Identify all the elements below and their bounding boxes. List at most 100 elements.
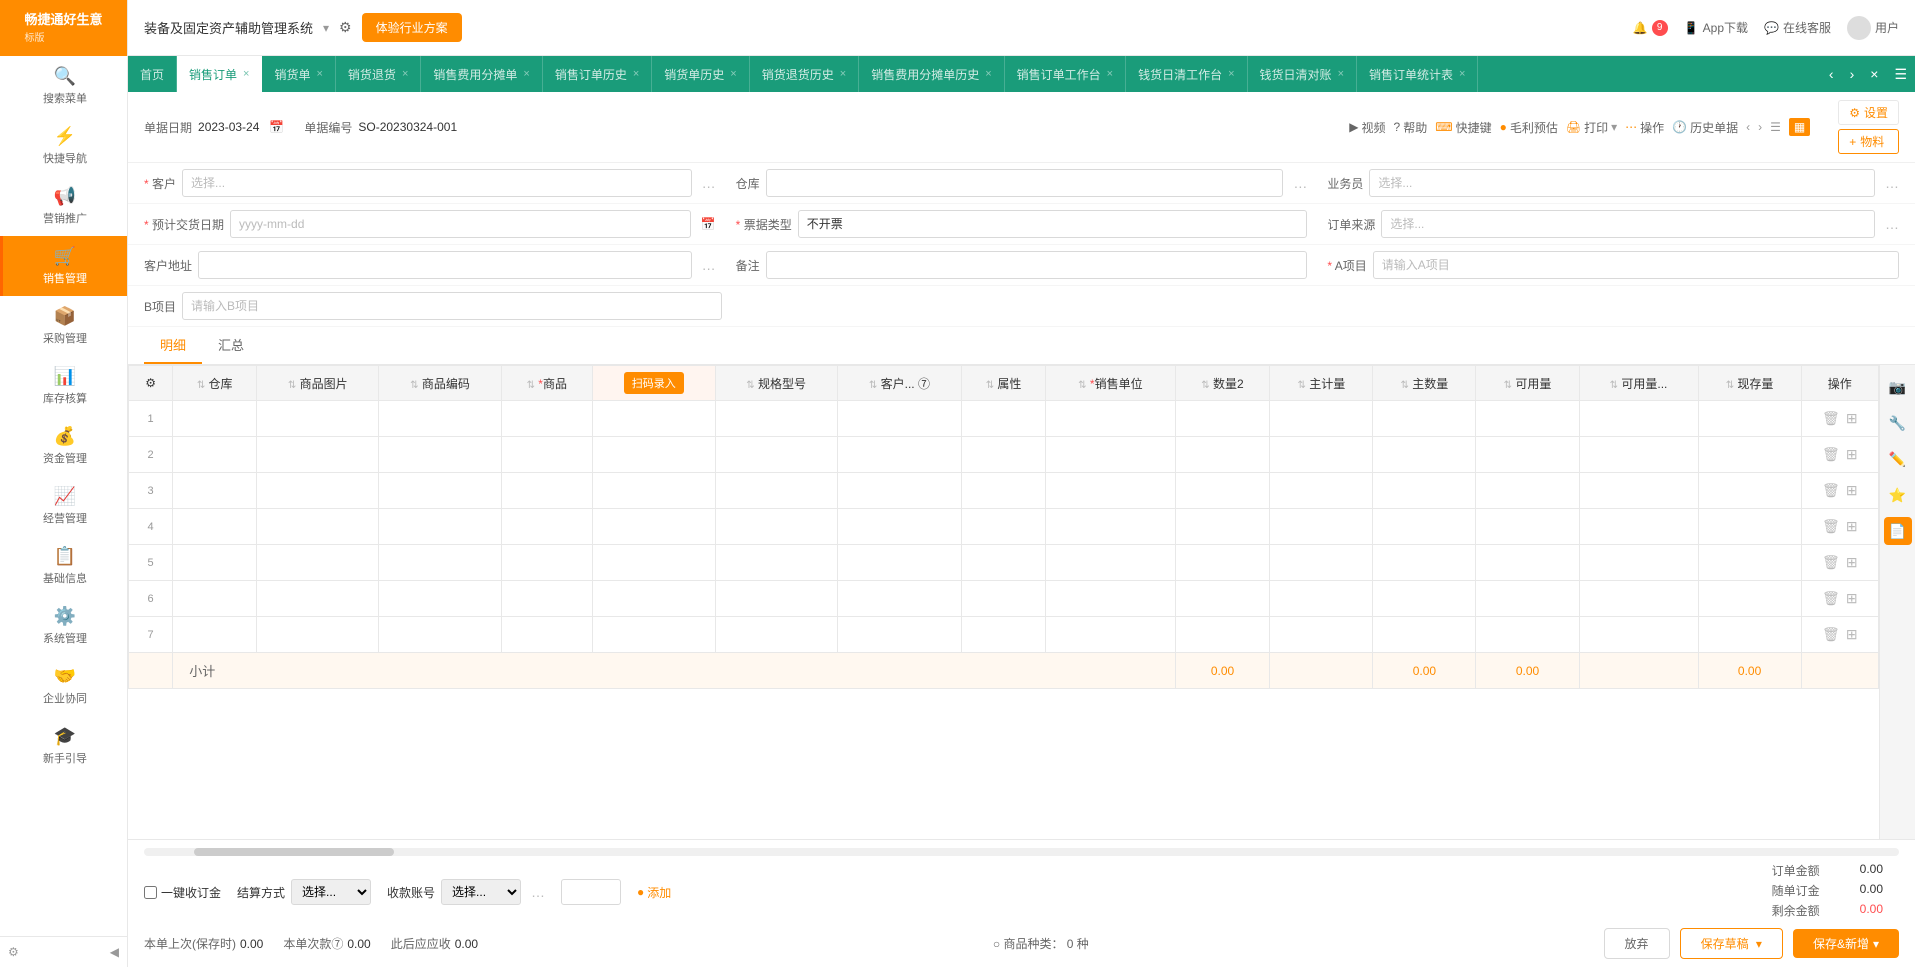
- profit-btn[interactable]: ● 毛利预估: [1500, 119, 1558, 136]
- app-download-btn[interactable]: 📱 App下载: [1684, 19, 1748, 36]
- tab-order-history[interactable]: 销售订单历史 ×: [543, 56, 652, 92]
- tab-sales-order-close[interactable]: ×: [243, 68, 249, 80]
- remark-input[interactable]: [766, 251, 1308, 279]
- sidebar-item-inventory[interactable]: 📊 库存核算: [0, 356, 127, 416]
- col-main-qty[interactable]: ⇅ 主数量: [1373, 366, 1476, 401]
- tab-close[interactable]: ×: [523, 68, 529, 80]
- sidebar-item-marketing[interactable]: 📢 营销推广: [0, 176, 127, 236]
- tab-daily-workbench[interactable]: 钱货日清工作台 ×: [1126, 56, 1247, 92]
- col-goods[interactable]: ⇅ *商品: [501, 366, 592, 401]
- sidebar-collapse-icon[interactable]: ◀: [110, 945, 119, 959]
- save-new-btn[interactable]: 保存&新增 ▾: [1793, 929, 1899, 958]
- tab-sales-bill[interactable]: 销货单 ×: [262, 56, 335, 92]
- right-panel-star[interactable]: ⭐: [1884, 481, 1912, 509]
- nav-right-btn[interactable]: ›: [1758, 120, 1762, 134]
- row-copy-btn[interactable]: ⊞: [1846, 410, 1858, 427]
- delivery-date-input[interactable]: [230, 210, 691, 238]
- payment-method-select[interactable]: 选择...: [291, 879, 371, 905]
- col-available[interactable]: ⇅ 可用量: [1476, 366, 1579, 401]
- tab-next-btn[interactable]: ›: [1842, 66, 1863, 82]
- sidebar-item-search[interactable]: 🔍 搜索菜单: [0, 56, 127, 116]
- row-copy-btn[interactable]: ⊞: [1846, 554, 1858, 571]
- operate-btn[interactable]: ⋯ 操作: [1625, 119, 1664, 136]
- tab-menu-btn[interactable]: ☰: [1886, 66, 1915, 83]
- tab-expense-split[interactable]: 销售费用分摊单 ×: [421, 56, 542, 92]
- col-main-unit[interactable]: ⇅ 主计量: [1270, 366, 1373, 401]
- industry-btn[interactable]: 体验行业方案: [362, 13, 462, 42]
- tab-close[interactable]: ×: [730, 68, 736, 80]
- warehouse-more-btn[interactable]: …: [1293, 175, 1307, 191]
- row-copy-btn[interactable]: ⊞: [1846, 482, 1858, 499]
- row-delete-btn[interactable]: 🗑: [1822, 626, 1840, 643]
- address-more-btn[interactable]: …: [702, 257, 716, 273]
- ticket-type-select[interactable]: 不开票: [798, 210, 1308, 238]
- row-copy-btn[interactable]: ⊞: [1846, 518, 1858, 535]
- sidebar-item-operations[interactable]: 📈 经营管理: [0, 476, 127, 536]
- history-btn[interactable]: 🕐 历史单据: [1672, 119, 1738, 136]
- tab-order-stats[interactable]: 销售订单统计表 ×: [1357, 56, 1478, 92]
- tab-prev-btn[interactable]: ‹: [1821, 66, 1842, 82]
- scroll-thumb[interactable]: [194, 848, 394, 856]
- right-panel-tool[interactable]: 🔧: [1884, 409, 1912, 437]
- deposit-amount-input[interactable]: 0.00: [561, 879, 621, 905]
- col-image[interactable]: ⇅ 商品图片: [257, 366, 379, 401]
- tab-home[interactable]: 首页: [128, 56, 177, 92]
- sidebar-item-finance[interactable]: 💰 资金管理: [0, 416, 127, 476]
- col-qty2[interactable]: ⇅ 数量2: [1175, 366, 1270, 401]
- tab-close[interactable]: ×: [633, 68, 639, 80]
- customer-more-btn[interactable]: …: [702, 175, 716, 191]
- settings-btn[interactable]: ⚙ 设置: [1838, 100, 1899, 125]
- staff-more-btn[interactable]: …: [1885, 175, 1899, 191]
- col-stock[interactable]: ⇅ 现存量: [1698, 366, 1801, 401]
- tab-order-workbench[interactable]: 销售订单工作台 ×: [1005, 56, 1126, 92]
- col-customer-code[interactable]: ⇅ 客户... ⑦: [837, 366, 961, 401]
- project-a-input[interactable]: [1373, 251, 1899, 279]
- right-panel-camera[interactable]: 📷: [1884, 373, 1912, 401]
- row-copy-btn[interactable]: ⊞: [1846, 590, 1858, 607]
- col-scan[interactable]: 扫码录入: [592, 366, 715, 401]
- tab-summary[interactable]: 汇总: [202, 327, 260, 364]
- add-goods-btn[interactable]: + 物料: [1838, 129, 1899, 154]
- online-service-btn[interactable]: 💬 在线客服: [1764, 19, 1831, 36]
- sidebar-item-quick-nav[interactable]: ⚡ 快捷导航: [0, 116, 127, 176]
- tab-close[interactable]: ×: [316, 68, 322, 80]
- tab-sales-return[interactable]: 销货退货 ×: [336, 56, 421, 92]
- tab-close[interactable]: ×: [985, 68, 991, 80]
- settings-icon[interactable]: ⚙: [339, 19, 352, 36]
- add-deposit-btn[interactable]: ● 添加: [637, 884, 671, 901]
- col-settings[interactable]: ⚙: [129, 366, 173, 401]
- row-delete-btn[interactable]: 🗑: [1822, 518, 1840, 535]
- row-delete-btn[interactable]: 🗑: [1822, 410, 1840, 427]
- save-draft-btn[interactable]: 保存草稿 ▾: [1680, 928, 1783, 959]
- tab-detail[interactable]: 明细: [144, 327, 202, 364]
- scan-input-btn[interactable]: 扫码录入: [624, 372, 684, 394]
- tab-daily-reconcile[interactable]: 钱货日清对账 ×: [1248, 56, 1357, 92]
- tab-close[interactable]: ×: [1107, 68, 1113, 80]
- tab-close[interactable]: ×: [1338, 68, 1344, 80]
- delivery-calendar-icon[interactable]: 📅: [701, 217, 716, 231]
- tab-close[interactable]: ×: [1459, 68, 1465, 80]
- preview-btn[interactable]: ▶ 视频: [1349, 119, 1385, 136]
- row-delete-btn[interactable]: 🗑: [1822, 590, 1840, 607]
- tab-return-history[interactable]: 销货退货历史 ×: [750, 56, 859, 92]
- order-source-input[interactable]: [1381, 210, 1875, 238]
- tab-expense-history[interactable]: 销售费用分摊单历史 ×: [859, 56, 1004, 92]
- row-delete-btn[interactable]: 🗑: [1822, 554, 1840, 571]
- sidebar-item-sales[interactable]: 🛒 销售管理: [0, 236, 127, 296]
- save-draft-dropdown[interactable]: ▾: [1756, 937, 1762, 951]
- row-delete-btn[interactable]: 🗑: [1822, 446, 1840, 463]
- staff-input[interactable]: [1369, 169, 1875, 197]
- project-b-input[interactable]: [182, 292, 722, 320]
- print-dropdown[interactable]: ▾: [1611, 120, 1617, 134]
- sidebar-item-system[interactable]: ⚙️ 系统管理: [0, 596, 127, 656]
- col-attr[interactable]: ⇅ 属性: [962, 366, 1046, 401]
- tab-close-all-btn[interactable]: ×: [1862, 66, 1886, 82]
- tab-bill-history[interactable]: 销货单历史 ×: [652, 56, 749, 92]
- save-new-dropdown[interactable]: ▾: [1873, 937, 1879, 951]
- col-unit[interactable]: ⇅ *销售单位: [1046, 366, 1176, 401]
- sidebar-item-enterprise[interactable]: 🤝 企业协同: [0, 656, 127, 716]
- discard-btn[interactable]: 放弃: [1604, 928, 1670, 959]
- col-warehouse[interactable]: ⇅ 仓库: [173, 366, 257, 401]
- one-click-deposit-checkbox[interactable]: [144, 886, 157, 899]
- customer-input[interactable]: [182, 169, 692, 197]
